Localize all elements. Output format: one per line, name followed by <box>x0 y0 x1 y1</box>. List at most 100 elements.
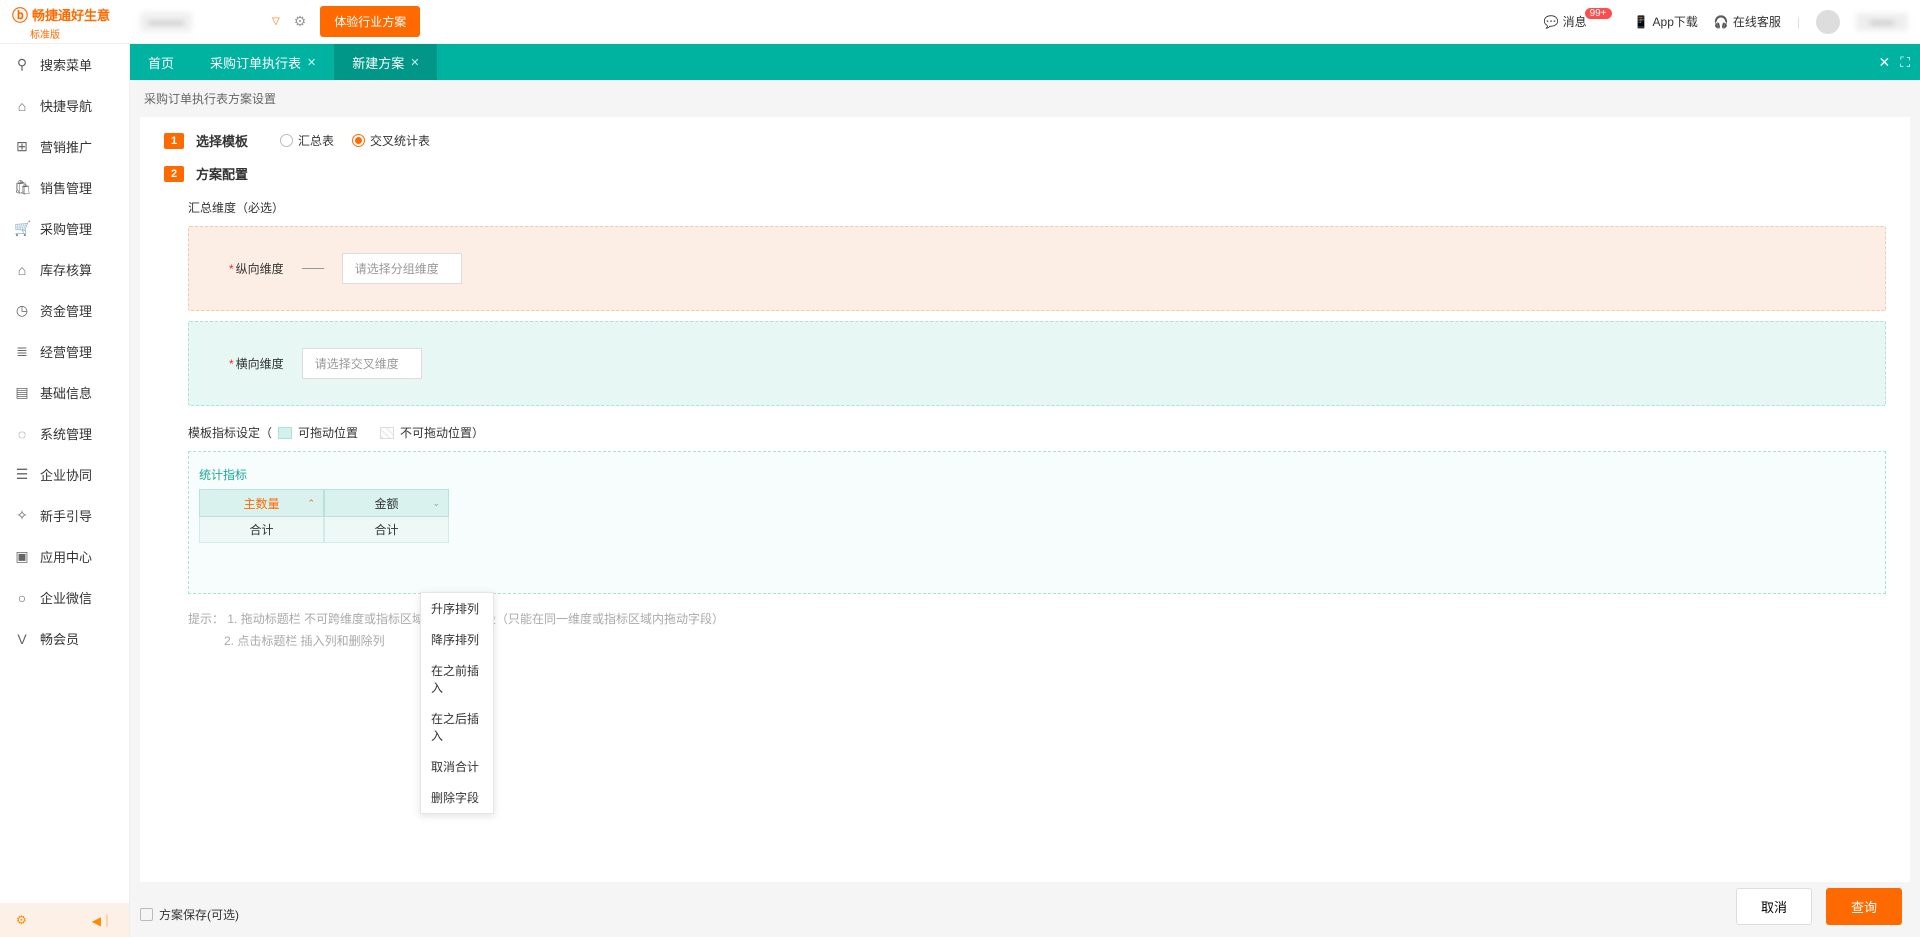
sidebar-icon: ≣ <box>14 343 30 360</box>
sidebar-item[interactable]: ○企业微信 <box>0 577 129 618</box>
sidebar-item-label: 畅会员 <box>40 629 79 648</box>
online-service-link[interactable]: 🎧 在线客服 <box>1714 13 1781 30</box>
close-icon[interactable]: ✕ <box>410 56 419 69</box>
header-right: 💬 消息 99+ 📱 App下载 🎧 在线客服 | —— <box>1544 10 1908 34</box>
sidebar-item[interactable]: ✧ 新手引导 <box>0 495 129 536</box>
indicator-col2-sub[interactable]: 合计 <box>324 517 449 543</box>
step2-row: 2 方案配置 <box>164 164 1886 183</box>
sidebar-icon: ⊞ <box>14 138 30 155</box>
horizontal-dimension-box: *横向维度 请选择交叉维度 <box>188 321 1886 406</box>
trial-button[interactable]: 体验行业方案 <box>320 6 420 37</box>
sidebar-icon: ⌂ <box>14 262 30 278</box>
indicator-col2-head[interactable]: 金额 ⌄ <box>324 489 449 517</box>
sidebar-icon: V <box>14 631 30 647</box>
save-checkbox[interactable] <box>140 908 153 921</box>
tab-label: 新建方案 <box>352 53 404 72</box>
messages-link[interactable]: 💬 消息 99+ <box>1544 13 1618 30</box>
vertical-dim-input[interactable]: 请选择分组维度 <box>342 253 462 284</box>
app-download-label: App下载 <box>1653 13 1698 30</box>
tab[interactable]: 采购订单执行表✕ <box>192 44 334 80</box>
sidebar-icon: ☰ <box>14 466 30 483</box>
cancel-button[interactable]: 取消 <box>1736 888 1812 925</box>
step2-number: 2 <box>164 166 184 182</box>
avatar[interactable] <box>1816 10 1840 34</box>
fullscreen-icon[interactable]: ⛶ <box>1900 54 1910 71</box>
sidebar-item[interactable]: ⚲搜索菜单 <box>0 44 129 85</box>
tab[interactable]: 新建方案 ✕ <box>334 44 437 80</box>
sidebar-icon: ✧ <box>14 507 30 524</box>
sidebar-icon: ▣ <box>14 548 30 565</box>
divider: | <box>1797 15 1800 29</box>
sidebar-item-label: 采购管理 <box>40 219 92 238</box>
logo-icon: ⓑ <box>12 2 28 26</box>
logo-text: 畅捷通好生意 <box>32 5 110 24</box>
dropdown-item[interactable]: 取消合计 <box>421 751 493 782</box>
sidebar-icon: ⌂ <box>14 98 30 114</box>
sidebar-item[interactable]: ≣经营管理 <box>0 331 129 372</box>
sidebar-item[interactable]: ⌂快捷导航 <box>0 85 129 126</box>
chevron-down-icon[interactable]: ▽ <box>272 16 280 27</box>
sidebar-item[interactable]: ◌系统管理 <box>0 413 129 454</box>
company-name: ——— <box>148 15 184 29</box>
sidebar-item[interactable]: ◷资金管理 <box>0 290 129 331</box>
sidebar-icon: ▤ <box>14 384 30 401</box>
sidebar-icon: 🛒 <box>14 220 30 237</box>
dropdown-item[interactable]: 在之后插入 <box>421 703 493 751</box>
online-service-label: 在线客服 <box>1733 13 1781 30</box>
query-button[interactable]: 查询 <box>1826 888 1902 925</box>
dropdown-item[interactable]: 删除字段 <box>421 782 493 813</box>
indicator-col1-sub[interactable]: 合计 <box>199 517 324 543</box>
dash-icon <box>302 268 324 269</box>
sidebar-icon: 🛍 <box>14 179 30 196</box>
sidebar-item[interactable]: ▣应用中心 <box>0 536 129 577</box>
sidebar-item-label: 新手引导 <box>40 506 92 525</box>
sidebar-item-label: 库存核算 <box>40 260 92 279</box>
dropdown-item[interactable]: 升序排列 <box>421 593 493 624</box>
sidebar: ⚲搜索菜单⌂快捷导航 ⊞ 营销推广 🛍销售管理 🛒 采购管理 ⌂ 库存核算 ◷资金管理≣经营管理… <box>0 44 130 937</box>
message-icon: 💬 <box>1544 15 1559 29</box>
close-all-icon[interactable]: ✕ <box>1878 54 1890 71</box>
settings-icon[interactable]: ⚙ <box>16 913 27 927</box>
tab-label: 首页 <box>148 53 174 72</box>
legend-draggable-label: 可拖动位置 <box>298 424 358 441</box>
column-dropdown-menu: 升序排列降序排列在之前插入在之后插入取消合计删除字段 <box>420 592 494 814</box>
indicator-legend: 模板指标设定（ 可拖动位置 不可拖动位置） <box>188 424 1886 441</box>
headset-icon: 🎧 <box>1714 15 1729 29</box>
gear-icon[interactable]: ⚙ <box>294 13 307 30</box>
sidebar-item[interactable]: 🛍销售管理 <box>0 167 129 208</box>
radio-cross[interactable]: 交叉统计表 <box>352 132 430 149</box>
tip2: 2. 点击标题栏 插入列和删除列 <box>224 634 385 648</box>
sidebar-item-label: 企业协同 <box>40 465 92 484</box>
dropdown-item[interactable]: 降序排列 <box>421 624 493 655</box>
vertical-dimension-box: *纵向维度 请选择分组维度 <box>188 226 1886 311</box>
breadcrumb: 采购订单执行表方案设置 <box>130 80 1920 117</box>
sidebar-item-label: 资金管理 <box>40 301 92 320</box>
messages-badge: 99+ <box>1585 8 1612 19</box>
user-name[interactable]: —— <box>1856 13 1908 31</box>
close-icon[interactable]: ✕ <box>307 56 316 69</box>
dropdown-item[interactable]: 在之前插入 <box>421 655 493 703</box>
collapse-icon[interactable]: ◀｜ <box>92 912 113 929</box>
save-label: 方案保存(可选) <box>159 906 239 923</box>
tab-bar: 首页采购订单执行表✕ 新建方案 ✕ ✕ ⛶ <box>130 44 1920 80</box>
horizontal-dim-input[interactable]: 请选择交叉维度 <box>302 348 422 379</box>
tab[interactable]: 首页 <box>130 44 192 80</box>
radio-summary-label: 汇总表 <box>298 132 334 149</box>
sidebar-item[interactable]: 🛒 采购管理 <box>0 208 129 249</box>
sidebar-item[interactable]: ⊞ 营销推广 <box>0 126 129 167</box>
sidebar-item[interactable]: ☰ 企业协同 <box>0 454 129 495</box>
phone-icon: 📱 <box>1634 15 1649 29</box>
company-selector[interactable]: ——— <box>140 12 192 32</box>
sidebar-item-label: 搜索菜单 <box>40 55 92 74</box>
sidebar-item[interactable]: ⌂ 库存核算 <box>0 249 129 290</box>
sidebar-item[interactable]: V 畅会员 <box>0 618 129 659</box>
app-download-link[interactable]: 📱 App下载 <box>1634 13 1698 30</box>
indicator-col1-head[interactable]: 主数量 ⌃ <box>199 489 324 517</box>
logo-subtitle: 标准版 <box>30 26 60 41</box>
sidebar-item[interactable]: ▤基础信息 <box>0 372 129 413</box>
chevron-down-icon: ⌄ <box>432 498 440 509</box>
step1-number: 1 <box>164 133 184 149</box>
vertical-dim-label: *纵向维度 <box>229 260 284 277</box>
radio-summary[interactable]: 汇总表 <box>280 132 334 149</box>
sidebar-item-label: 营销推广 <box>40 137 92 156</box>
